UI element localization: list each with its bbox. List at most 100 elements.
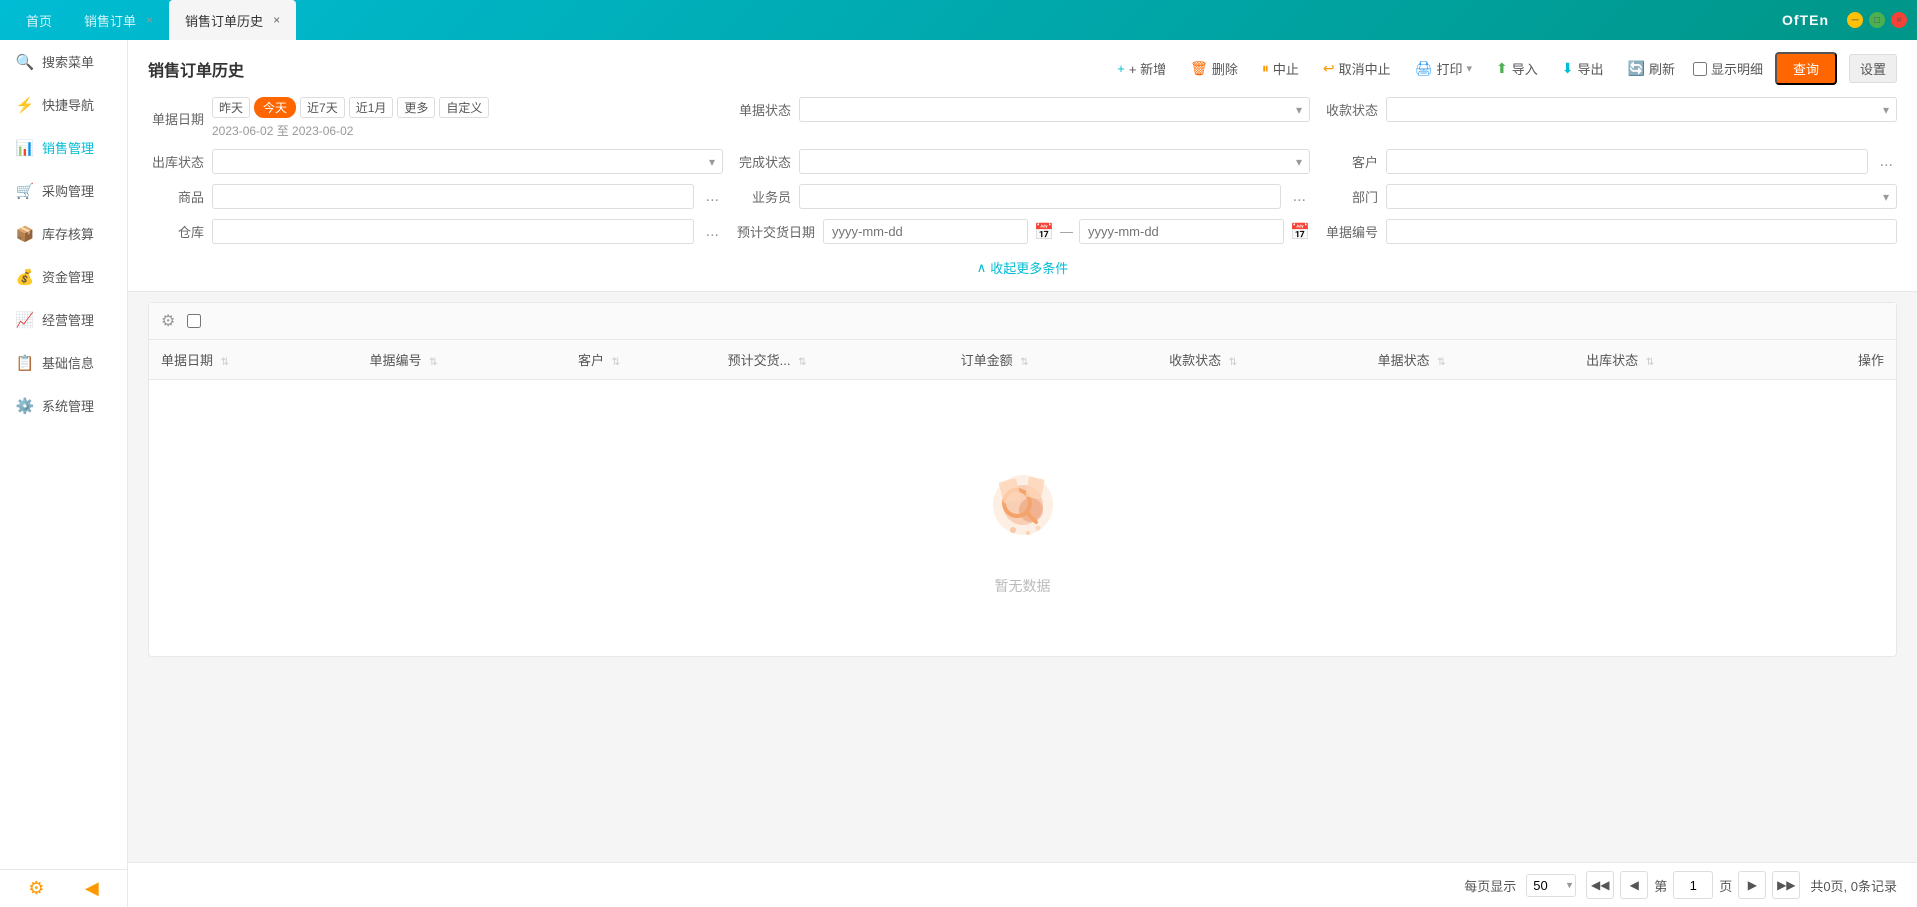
sidebar-item-base-info[interactable]: 📋 基础信息 <box>0 341 127 384</box>
expected-delivery-to[interactable] <box>1079 219 1284 244</box>
sidebar-item-sys-mgmt[interactable]: ⚙️ 系统管理 <box>0 384 127 427</box>
col-outbound-sort[interactable]: ⇅ <box>1646 357 1654 368</box>
show-detail-checkbox[interactable] <box>1693 62 1707 76</box>
import-button[interactable]: ⬆ 导入 <box>1490 55 1544 82</box>
date-btn-yesterday[interactable]: 昨天 <box>212 97 250 118</box>
sidebar-item-sales-mgmt[interactable]: 📊 销售管理 <box>0 126 127 169</box>
tab-sales-order-close[interactable]: × <box>146 13 153 27</box>
sidebar-item-inventory[interactable]: 📦 库存核算 <box>0 212 127 255</box>
stop-button[interactable]: ⏸ 中止 <box>1256 55 1305 82</box>
product-dots[interactable]: ... <box>702 188 723 206</box>
order-status-select[interactable] <box>799 97 1310 122</box>
prev-page-btn[interactable]: ◀ <box>1620 871 1648 899</box>
delete-icon: 🗑 <box>1190 60 1208 77</box>
warehouse-input[interactable] <box>212 219 694 244</box>
col-date-sort[interactable]: ⇅ <box>221 357 229 368</box>
sidebar-collapse-btn[interactable]: ◀ <box>85 878 99 899</box>
outbound-status-select[interactable] <box>212 149 723 174</box>
col-amount-sort[interactable]: ⇅ <box>1020 357 1028 368</box>
department-select[interactable] <box>1386 184 1897 209</box>
date-btn-7days[interactable]: 近7天 <box>300 97 345 118</box>
col-receipt-sort[interactable]: ⇅ <box>1229 357 1237 368</box>
date-btn-1month[interactable]: 近1月 <box>349 97 394 118</box>
salesperson-dots[interactable]: ... <box>1289 188 1310 206</box>
window-close[interactable]: × <box>1891 12 1907 28</box>
date-btn-today[interactable]: 今天 <box>254 97 296 118</box>
col-order-sort[interactable]: ⇅ <box>1437 357 1445 368</box>
warehouse-dots[interactable]: ... <box>702 223 723 241</box>
table-toolbar: ⚙ <box>149 303 1896 340</box>
base-info-icon: 📋 <box>16 354 34 372</box>
print-button[interactable]: 🖨 打印 ▾ <box>1409 55 1478 82</box>
customer-input[interactable] <box>1386 149 1868 174</box>
tab-sales-order-history[interactable]: 销售订单历史 × <box>169 0 296 40</box>
show-detail-text: 显示明细 <box>1711 59 1763 78</box>
col-no-sort[interactable]: ⇅ <box>429 357 437 368</box>
new-button[interactable]: + + 新增 <box>1111 55 1172 82</box>
product-input[interactable] <box>212 184 694 209</box>
export-button[interactable]: ⬇ 导出 <box>1556 55 1610 82</box>
completion-status-select[interactable] <box>799 149 1310 174</box>
table-settings-icon[interactable]: ⚙ <box>161 311 175 331</box>
date-btn-custom[interactable]: 自定义 <box>439 97 489 118</box>
col-outbound-status-label: 出库状态 <box>1586 353 1638 368</box>
calendar-to-icon[interactable]: 📅 <box>1290 222 1310 242</box>
query-label: 查询 <box>1793 59 1819 78</box>
pagination-summary: 共0页, 0条记录 <box>1810 876 1897 895</box>
col-no: 单据编号 ⇅ <box>358 340 567 380</box>
order-no-cell: 单据编号 <box>1322 219 1897 244</box>
col-customer-sort[interactable]: ⇅ <box>612 357 620 368</box>
col-date: 单据日期 ⇅ <box>149 340 358 380</box>
sidebar-item-sales-mgmt-label: 销售管理 <box>42 138 94 157</box>
sidebar-settings-btn[interactable]: ⚙ <box>28 878 44 899</box>
filter-area: 单据日期 昨天 今天 近7天 近1月 更多 自定义 2023-06-02 至 2… <box>148 97 1897 291</box>
sales-mgmt-icon: 📊 <box>16 139 34 157</box>
settings-button[interactable]: 设置 <box>1849 54 1897 83</box>
empty-icon <box>973 460 1073 560</box>
window-maximize[interactable]: □ <box>1869 12 1885 28</box>
collapse-arrow-icon: ∧ <box>977 260 987 276</box>
sidebar-item-search-menu[interactable]: 🔍 搜索菜单 <box>0 40 127 83</box>
calendar-from-icon[interactable]: 📅 <box>1034 222 1054 242</box>
date-btn-more[interactable]: 更多 <box>397 97 435 118</box>
collapse-btn[interactable]: ∧ 收起更多条件 <box>148 254 1897 281</box>
order-no-input[interactable] <box>1386 219 1897 244</box>
col-expected-label: 预计交货... <box>728 353 791 368</box>
next-page-btn[interactable]: ▶ <box>1738 871 1766 899</box>
new-icon: + <box>1117 61 1125 76</box>
col-expected-sort[interactable]: ⇅ <box>798 357 806 368</box>
sidebar-item-finance[interactable]: 💰 资金管理 <box>0 255 127 298</box>
order-status-cell: 单据状态 <box>735 97 1310 122</box>
sidebar-item-purchase-mgmt[interactable]: 🛒 采购管理 <box>0 169 127 212</box>
first-page-btn[interactable]: ◀◀ <box>1586 871 1614 899</box>
receipt-status-select[interactable] <box>1386 97 1897 122</box>
query-button[interactable]: 查询 <box>1775 52 1837 85</box>
tab-sales-order-history-close[interactable]: × <box>273 13 280 27</box>
page-number-input[interactable] <box>1673 871 1713 899</box>
sidebar-item-operation[interactable]: 📈 经营管理 <box>0 298 127 341</box>
per-page-select[interactable]: 10 20 50 100 <box>1526 874 1576 897</box>
product-label: 商品 <box>148 187 204 206</box>
last-page-btn[interactable]: ▶▶ <box>1772 871 1800 899</box>
select-all-checkbox[interactable] <box>187 314 201 328</box>
sidebar-item-quick-nav[interactable]: ⚡ 快捷导航 <box>0 83 127 126</box>
pagination-btns: ◀◀ ◀ 第 页 ▶ ▶▶ <box>1586 871 1800 899</box>
customer-dots[interactable]: ... <box>1876 153 1897 171</box>
tab-sales-order[interactable]: 销售订单 × <box>68 0 169 40</box>
refresh-button[interactable]: 🔄 刷新 <box>1622 55 1681 82</box>
date-buttons: 昨天 今天 近7天 近1月 更多 自定义 <box>212 97 489 118</box>
cancel-stop-button[interactable]: ↩ 取消中止 <box>1317 55 1397 82</box>
expected-delivery-from[interactable] <box>823 219 1028 244</box>
outbound-status-wrapper <box>212 149 723 174</box>
salesperson-input[interactable] <box>799 184 1281 209</box>
toolbar: + + 新增 🗑 删除 ⏸ 中止 ↩ 取消中止 <box>1111 52 1897 85</box>
delete-button[interactable]: 🗑 删除 <box>1184 55 1244 82</box>
tab-home[interactable]: 首页 <box>10 0 68 40</box>
order-status-label: 单据状态 <box>735 100 791 119</box>
date-group: 昨天 今天 近7天 近1月 更多 自定义 2023-06-02 至 2023-0… <box>212 97 489 139</box>
order-status-wrapper <box>799 97 1310 122</box>
window-minimize[interactable]: ─ <box>1847 12 1863 28</box>
col-outbound-status: 出库状态 ⇅ <box>1574 340 1783 380</box>
salesperson-label: 业务员 <box>735 187 791 206</box>
filter-row-4: 仓库 ... 预计交货日期 📅 — 📅 <box>148 219 1897 244</box>
